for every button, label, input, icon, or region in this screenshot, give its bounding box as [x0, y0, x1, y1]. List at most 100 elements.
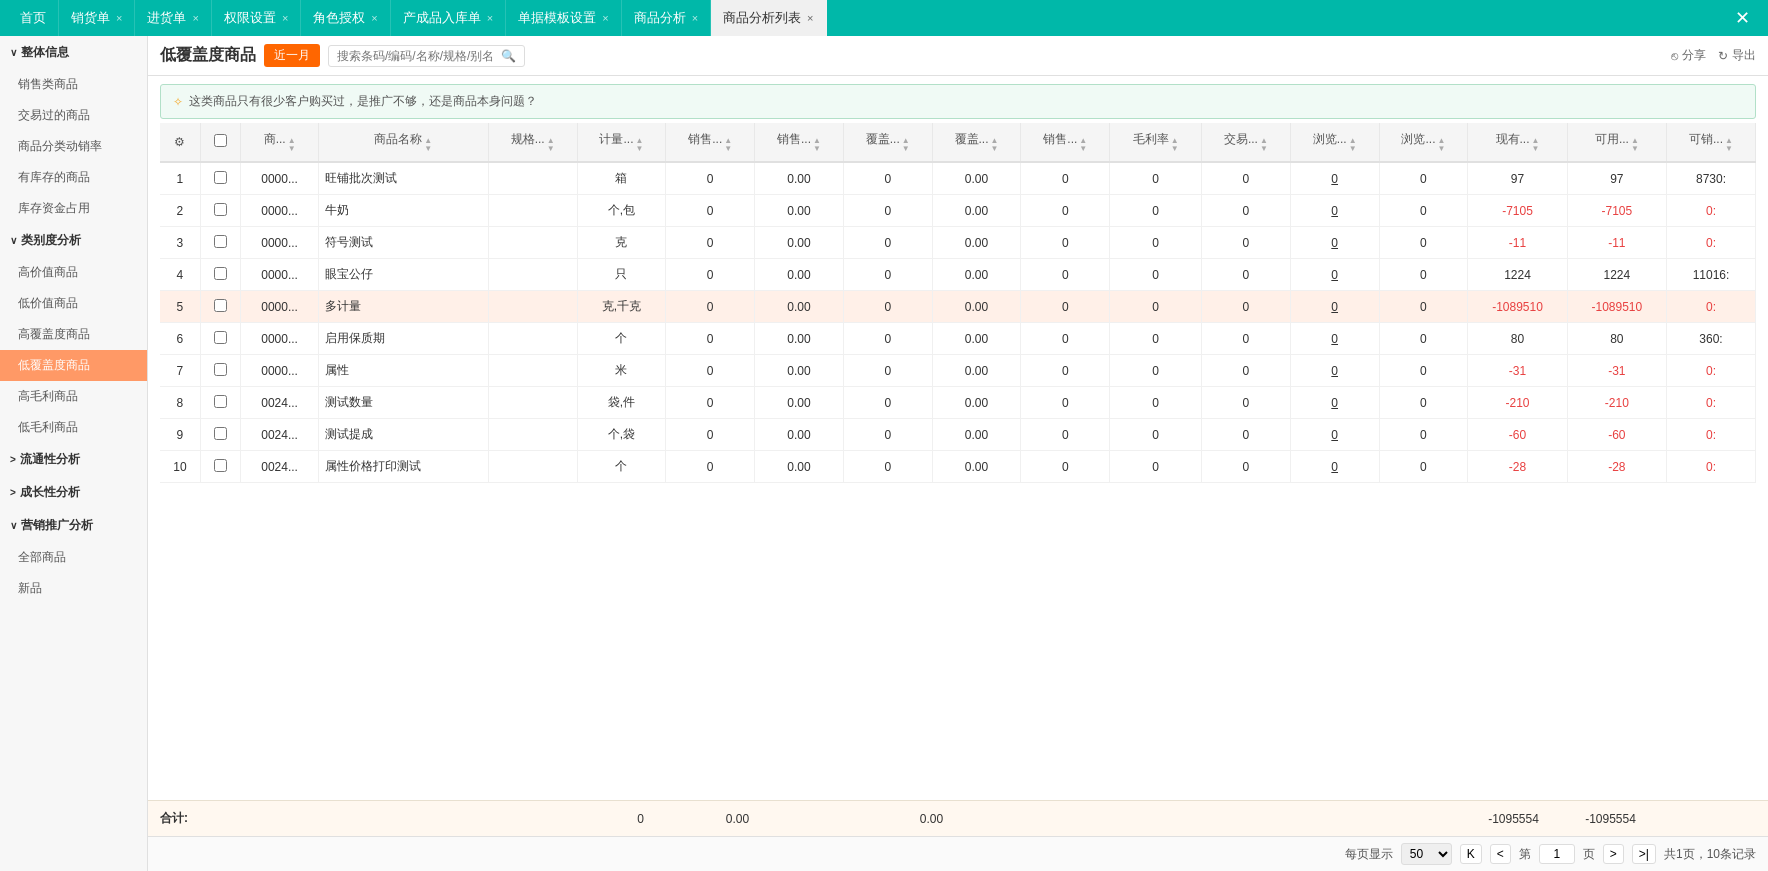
browse-link[interactable]: 0: [1331, 364, 1338, 378]
row-browse1[interactable]: 0: [1290, 162, 1379, 195]
close-icon[interactable]: ×: [371, 12, 377, 24]
browse-link[interactable]: 0: [1331, 332, 1338, 346]
sidebar-item-high-value[interactable]: 高价值商品: [0, 257, 147, 288]
row-browse1[interactable]: 0: [1290, 227, 1379, 259]
close-icon[interactable]: ×: [602, 12, 608, 24]
browse-link[interactable]: 0: [1331, 460, 1338, 474]
close-icon[interactable]: ×: [487, 12, 493, 24]
sidebar-section-liquidity[interactable]: > 流通性分析: [0, 443, 147, 476]
table-wrapper[interactable]: ⚙ 商...▲▼ 商品名称▲▼ 规格...▲▼ 计量...▲▼ 销售...▲▼ …: [148, 123, 1768, 800]
row-browse1[interactable]: 0: [1290, 291, 1379, 323]
prev-page-button[interactable]: <: [1490, 844, 1511, 864]
sidebar-item-new-products[interactable]: 新品: [0, 573, 147, 604]
row-cov1: 0: [843, 195, 932, 227]
select-all-checkbox[interactable]: [214, 134, 227, 147]
nav-item-sales[interactable]: 销货单 ×: [59, 0, 135, 36]
per-page-select[interactable]: 50 20 100: [1401, 843, 1452, 865]
nav-item-product-in[interactable]: 产成品入库单 ×: [391, 0, 506, 36]
row-select-checkbox[interactable]: [214, 171, 227, 184]
sidebar-item-category-rate[interactable]: 商品分类动销率: [0, 131, 147, 162]
row-sale3: 0: [1021, 227, 1110, 259]
row-checkbox[interactable]: [200, 162, 241, 195]
sidebar-item-low-profit[interactable]: 低毛利商品: [0, 412, 147, 443]
sidebar-section-category[interactable]: ∨ 类别度分析: [0, 224, 147, 257]
row-select-checkbox[interactable]: [214, 427, 227, 440]
nav-item-role[interactable]: 角色授权 ×: [301, 0, 390, 36]
close-icon[interactable]: ×: [692, 12, 698, 24]
sidebar-item-high-coverage[interactable]: 高覆盖度商品: [0, 319, 147, 350]
browse-link[interactable]: 0: [1331, 428, 1338, 442]
sidebar-section-growth[interactable]: > 成长性分析: [0, 476, 147, 509]
sidebar-item-sales-products[interactable]: 销售类商品: [0, 69, 147, 100]
share-button[interactable]: ⎋ 分享: [1671, 47, 1706, 64]
row-select-checkbox[interactable]: [214, 267, 227, 280]
row-select-checkbox[interactable]: [214, 235, 227, 248]
row-select-checkbox[interactable]: [214, 299, 227, 312]
sidebar-item-traded-products[interactable]: 交易过的商品: [0, 100, 147, 131]
close-icon[interactable]: ×: [282, 12, 288, 24]
row-checkbox[interactable]: [200, 355, 241, 387]
browse-link[interactable]: 0: [1331, 236, 1338, 250]
search-icon[interactable]: 🔍: [501, 49, 516, 63]
nav-item-purchase[interactable]: 进货单 ×: [135, 0, 211, 36]
row-select-checkbox[interactable]: [214, 459, 227, 472]
row-checkbox[interactable]: [200, 259, 241, 291]
sidebar-item-low-coverage[interactable]: 低覆盖度商品: [0, 350, 147, 381]
close-icon[interactable]: ×: [116, 12, 122, 24]
nav-item-analysis-list[interactable]: 商品分析列表 ×: [711, 0, 826, 36]
page-number-input[interactable]: [1539, 844, 1575, 864]
row-checkbox[interactable]: [200, 291, 241, 323]
row-select-checkbox[interactable]: [214, 203, 227, 216]
row-current: -1089510: [1468, 291, 1567, 323]
row-name: 旺铺批次测试: [318, 162, 488, 195]
row-checkbox[interactable]: [200, 451, 241, 483]
nav-item-analysis[interactable]: 商品分析 ×: [622, 0, 711, 36]
close-icon[interactable]: ×: [192, 12, 198, 24]
search-input[interactable]: [337, 49, 497, 63]
row-checkbox[interactable]: [200, 195, 241, 227]
row-num: 2: [160, 195, 200, 227]
sidebar-section-marketing[interactable]: ∨ 营销推广分析: [0, 509, 147, 542]
row-checkbox[interactable]: [200, 227, 241, 259]
row-browse1[interactable]: 0: [1290, 195, 1379, 227]
time-filter-button[interactable]: 近一月: [264, 44, 320, 67]
sidebar-item-high-profit[interactable]: 高毛利商品: [0, 381, 147, 412]
row-gross: 0: [1110, 291, 1202, 323]
browse-link[interactable]: 0: [1331, 396, 1338, 410]
browse-link[interactable]: 0: [1331, 172, 1338, 186]
sidebar-item-all-products[interactable]: 全部商品: [0, 542, 147, 573]
close-icon[interactable]: ×: [807, 12, 813, 24]
browse-link[interactable]: 0: [1331, 268, 1338, 282]
col-checkbox[interactable]: [200, 123, 241, 162]
row-checkbox[interactable]: [200, 387, 241, 419]
row-sale3: 0: [1021, 419, 1110, 451]
row-checkbox[interactable]: [200, 323, 241, 355]
row-browse1[interactable]: 0: [1290, 387, 1379, 419]
row-browse1[interactable]: 0: [1290, 451, 1379, 483]
sidebar-section-overview[interactable]: ∨ 整体信息: [0, 36, 147, 69]
browse-link[interactable]: 0: [1331, 204, 1338, 218]
export-button[interactable]: ↻ 导出: [1718, 47, 1756, 64]
sidebar-item-stocked-products[interactable]: 有库存的商品: [0, 162, 147, 193]
window-close-button[interactable]: ✕: [1725, 7, 1760, 29]
col-settings[interactable]: ⚙: [160, 123, 200, 162]
row-checkbox[interactable]: [200, 419, 241, 451]
row-select-checkbox[interactable]: [214, 363, 227, 376]
first-page-button[interactable]: K: [1460, 844, 1482, 864]
row-select-checkbox[interactable]: [214, 331, 227, 344]
nav-item-template[interactable]: 单据模板设置 ×: [506, 0, 621, 36]
sidebar-item-stock-capital[interactable]: 库存资金占用: [0, 193, 147, 224]
row-browse1[interactable]: 0: [1290, 259, 1379, 291]
page-end-label: 页: [1583, 846, 1595, 863]
browse-link[interactable]: 0: [1331, 300, 1338, 314]
last-page-button[interactable]: >|: [1632, 844, 1656, 864]
sidebar-item-low-value[interactable]: 低价值商品: [0, 288, 147, 319]
next-page-button[interactable]: >: [1603, 844, 1624, 864]
row-cov2: 0.00: [932, 162, 1021, 195]
nav-item-home[interactable]: 首页: [8, 0, 59, 36]
row-browse1[interactable]: 0: [1290, 419, 1379, 451]
row-select-checkbox[interactable]: [214, 395, 227, 408]
row-browse1[interactable]: 0: [1290, 355, 1379, 387]
nav-item-permission[interactable]: 权限设置 ×: [212, 0, 301, 36]
row-browse1[interactable]: 0: [1290, 323, 1379, 355]
